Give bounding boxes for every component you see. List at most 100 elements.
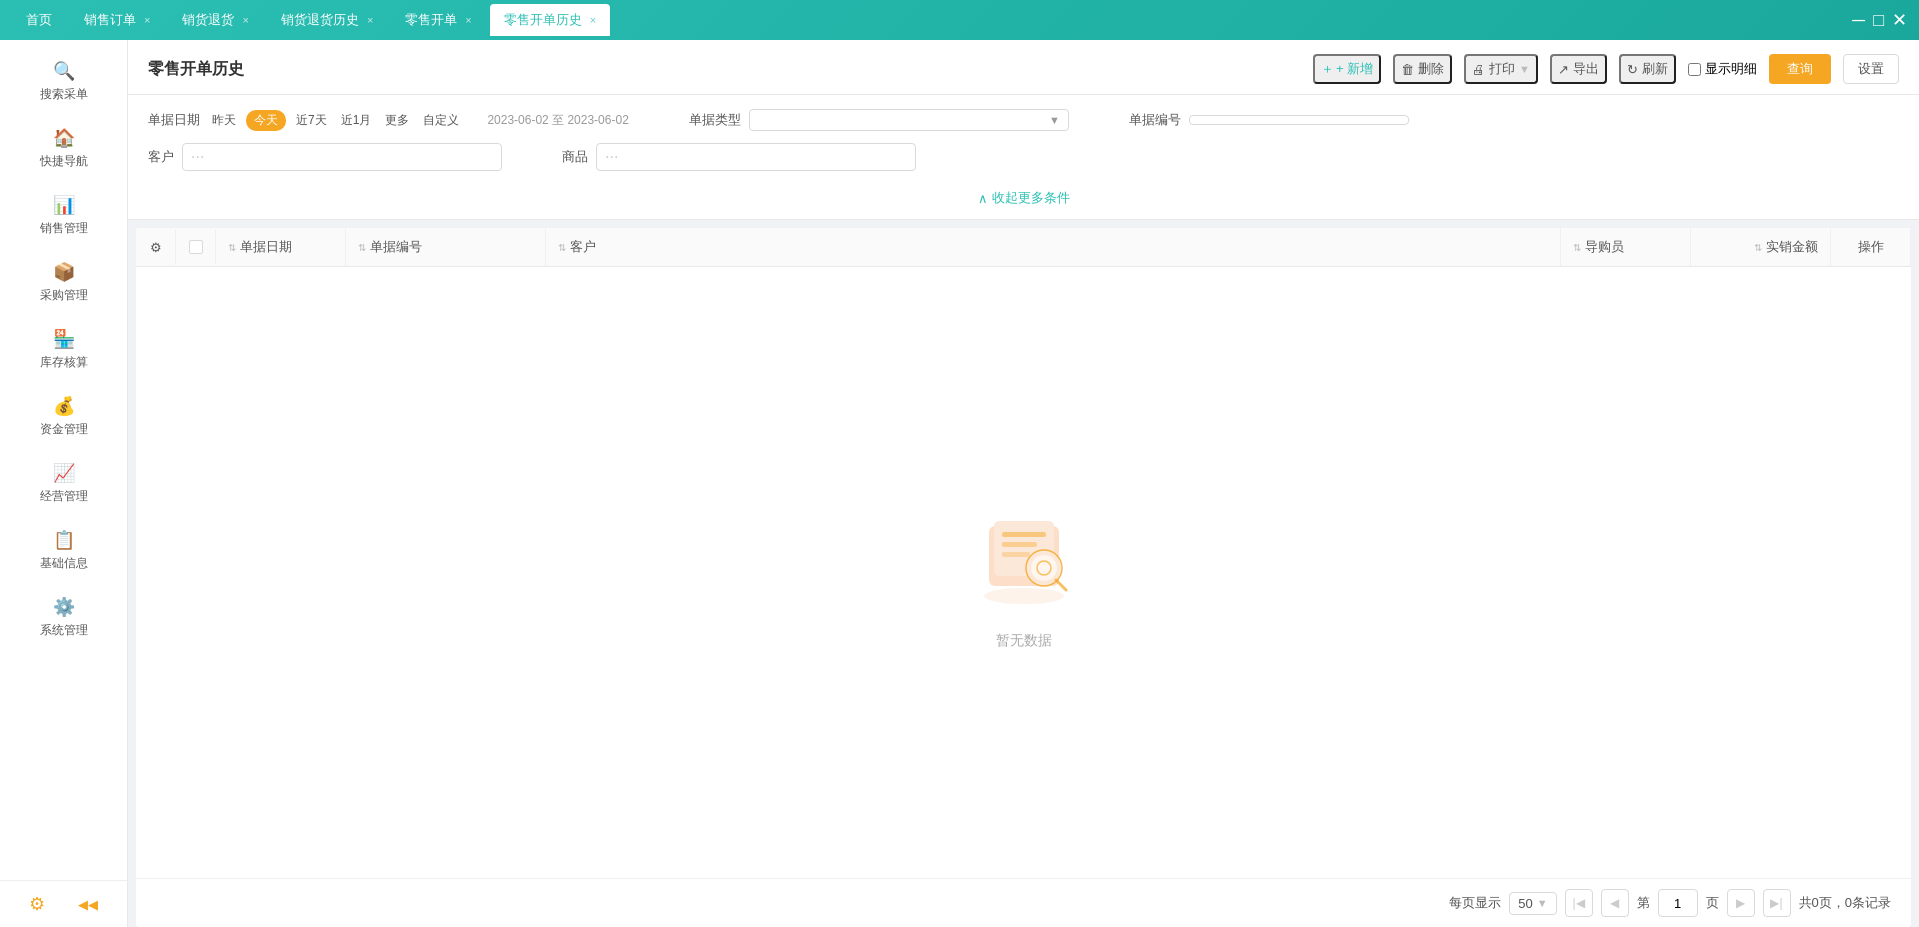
print-arrow-icon: ▼: [1519, 63, 1530, 75]
type-label: 单据类型: [689, 111, 741, 129]
operations-icon: 📈: [53, 462, 75, 484]
date-btn-custom[interactable]: 自定义: [419, 110, 463, 131]
tab-sales-return[interactable]: 销货退货 ×: [168, 4, 262, 36]
tab-close-icon[interactable]: ×: [465, 14, 471, 26]
maximize-icon[interactable]: □: [1873, 10, 1884, 31]
select-arrow-icon: ▼: [1049, 114, 1060, 126]
sidebar-item-basic-info[interactable]: 📋 基础信息: [0, 517, 127, 584]
close-icon[interactable]: ✕: [1892, 9, 1907, 31]
sidebar-item-finance[interactable]: 💰 资金管理: [0, 383, 127, 450]
settings-button[interactable]: 设置: [1843, 54, 1899, 84]
system-icon: ⚙️: [53, 596, 75, 618]
tab-close-icon[interactable]: ×: [367, 14, 373, 26]
svg-line-8: [1056, 580, 1066, 590]
page-label: 页: [1706, 894, 1719, 912]
sort-icon: ⇅: [228, 242, 236, 253]
filter-type: 单据类型 ▼: [689, 109, 1069, 131]
date-btn-last-month[interactable]: 近1月: [337, 110, 376, 131]
tab-close-icon[interactable]: ×: [242, 14, 248, 26]
chart-icon: 📊: [53, 194, 75, 216]
page-di-label: 第: [1637, 894, 1650, 912]
settings-button[interactable]: ⚙: [29, 893, 45, 915]
sidebar-item-purchase-mgmt[interactable]: 📦 采购管理: [0, 249, 127, 316]
sort-icon: ⇅: [1573, 242, 1581, 253]
print-button[interactable]: 🖨 打印 ▼: [1464, 54, 1538, 84]
tab-sales-order[interactable]: 销售订单 ×: [70, 4, 164, 36]
th-num[interactable]: ⇅ 单据编号: [346, 228, 546, 266]
tab-retail-open-history[interactable]: 零售开单历史 ×: [490, 4, 610, 36]
next-page-button[interactable]: ▶: [1727, 889, 1755, 917]
sidebar-item-system[interactable]: ⚙️ 系统管理: [0, 584, 127, 651]
date-label: 单据日期: [148, 111, 200, 129]
th-checkbox[interactable]: [176, 230, 216, 264]
display-cols-checkbox[interactable]: [1688, 63, 1701, 76]
plus-icon: ＋: [1321, 60, 1334, 78]
page-title: 零售开单历史: [148, 59, 244, 80]
prev-page-button[interactable]: ◀: [1601, 889, 1629, 917]
minimize-icon[interactable]: ─: [1852, 10, 1865, 31]
goods-input[interactable]: ···: [596, 143, 916, 171]
th-guide[interactable]: ⇅ 导购员: [1561, 228, 1691, 266]
th-settings[interactable]: ⚙: [136, 230, 176, 265]
export-icon: ↗: [1558, 62, 1569, 77]
pagination: 每页显示 50 ▼ |◀ ◀ 第 页 ▶ ▶| 共0页，0条记录: [136, 878, 1911, 927]
tab-close-icon[interactable]: ×: [590, 14, 596, 26]
total-record-text: 共0页，0条记录: [1799, 894, 1891, 912]
sidebar-item-search[interactable]: 🔍 搜索采单: [0, 48, 127, 115]
last-page-button[interactable]: ▶|: [1763, 889, 1791, 917]
per-page-label: 每页显示: [1449, 894, 1501, 912]
tab-close-icon[interactable]: ×: [144, 14, 150, 26]
svg-point-7: [1031, 555, 1057, 581]
refresh-icon: ↻: [1627, 62, 1638, 77]
money-icon: 💰: [53, 395, 75, 417]
sidebar-item-operations[interactable]: 📈 经营管理: [0, 450, 127, 517]
sidebar-item-sales-mgmt[interactable]: 📊 销售管理: [0, 182, 127, 249]
customer-label: 客户: [148, 148, 174, 166]
date-btn-last7[interactable]: 近7天: [292, 110, 331, 131]
th-customer[interactable]: ⇅ 客户: [546, 228, 1561, 266]
delete-button[interactable]: 🗑 删除: [1393, 54, 1452, 84]
sort-icon: ⇅: [1754, 242, 1762, 253]
customer-input-placeholder: ···: [191, 148, 204, 166]
date-btn-yesterday[interactable]: 昨天: [208, 110, 240, 131]
store-icon: 🏪: [53, 328, 75, 350]
query-button[interactable]: 查询: [1769, 54, 1831, 84]
num-input[interactable]: [1189, 115, 1409, 125]
date-btn-today[interactable]: 今天: [246, 110, 286, 131]
th-action: 操作: [1831, 228, 1911, 266]
page-header: 零售开单历史 ＋ + 新增 🗑 删除 🖨 打印 ▼ ↗ 导出: [128, 40, 1919, 95]
tab-home[interactable]: 首页: [12, 4, 66, 36]
page-size-select[interactable]: 50 ▼: [1509, 892, 1556, 915]
sort-icon: ⇅: [558, 242, 566, 253]
svg-point-0: [984, 588, 1064, 604]
page-input[interactable]: [1658, 889, 1698, 917]
tab-sales-return-history[interactable]: 销货退货历史 ×: [267, 4, 387, 36]
filter-goods: 商品 ···: [562, 143, 916, 171]
type-select[interactable]: ▼: [749, 109, 1069, 131]
table-area: ⚙ ⇅ 单据日期 ⇅ 单据编号 ⇅ 客户 ⇅: [136, 228, 1911, 927]
sidebar: 🔍 搜索采单 🏠 快捷导航 📊 销售管理 📦 采购管理 🏪 库存核算 💰 资金管…: [0, 40, 128, 927]
filter-row-2: 客户 ··· 商品 ···: [148, 143, 1899, 171]
date-btn-more[interactable]: 更多: [381, 110, 413, 131]
svg-rect-4: [1002, 542, 1037, 547]
window-close-button[interactable]: ─ □ ✕: [1852, 9, 1907, 31]
svg-rect-3: [1002, 532, 1046, 537]
sidebar-item-inventory[interactable]: 🏪 库存核算: [0, 316, 127, 383]
refresh-button[interactable]: ↻ 刷新: [1619, 54, 1676, 84]
page-size-arrow-icon: ▼: [1537, 897, 1548, 909]
collapse-button[interactable]: ◀◀: [78, 897, 98, 912]
collapse-more-button[interactable]: ∧ 收起更多条件: [148, 183, 1899, 209]
customer-input[interactable]: ···: [182, 143, 502, 171]
empty-state: 暂无数据: [136, 267, 1911, 878]
header-checkbox[interactable]: [189, 240, 203, 254]
sort-icon: ⇅: [358, 242, 366, 253]
th-amount[interactable]: ⇅ 实销金额: [1691, 228, 1831, 266]
add-button[interactable]: ＋ + 新增: [1313, 54, 1381, 84]
export-button[interactable]: ↗ 导出: [1550, 54, 1607, 84]
th-date[interactable]: ⇅ 单据日期: [216, 228, 346, 266]
tab-retail-open[interactable]: 零售开单 ×: [391, 4, 485, 36]
first-page-button[interactable]: |◀: [1565, 889, 1593, 917]
date-range-display: 2023-06-02 至 2023-06-02: [487, 112, 628, 129]
sidebar-item-quick-nav[interactable]: 🏠 快捷导航: [0, 115, 127, 182]
display-cols-checkbox-wrap[interactable]: 显示明细: [1688, 60, 1757, 78]
